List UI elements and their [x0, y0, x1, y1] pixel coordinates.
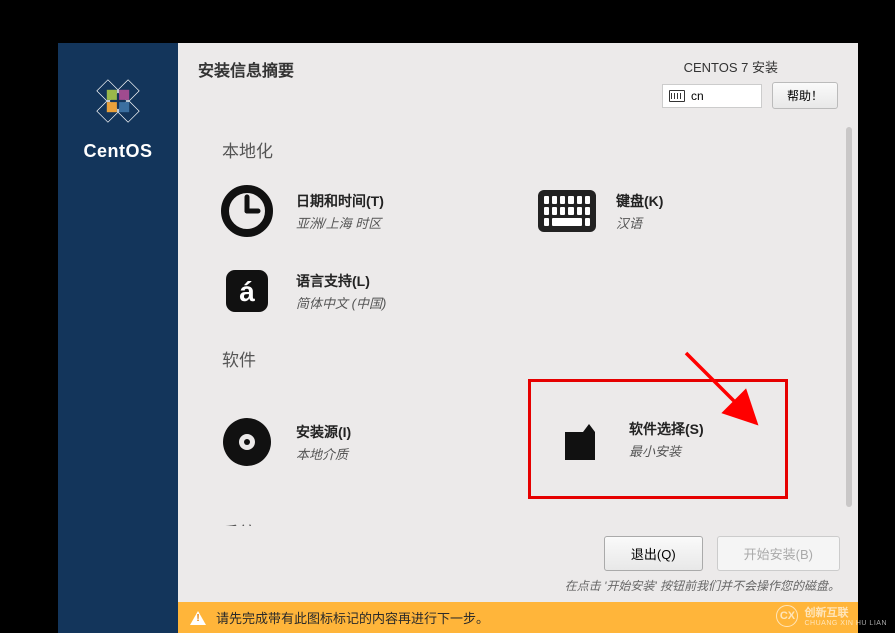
spoke-datetime-title: 日期和时间(T)	[296, 191, 384, 211]
sidebar: CentOS	[58, 43, 178, 633]
package-icon	[551, 410, 609, 468]
watermark-logo-icon: CX	[776, 605, 798, 627]
help-button[interactable]: 帮助！	[772, 82, 838, 109]
warning-icon	[190, 611, 206, 625]
footer: 退出(Q) 开始安装(B) 在点击 '开始安装' 按钮前我们并不会操作您的磁盘。	[178, 526, 858, 602]
begin-install-button[interactable]: 开始安装(B)	[717, 536, 840, 571]
keyboard-code: cn	[691, 89, 704, 103]
svg-text:á: á	[239, 276, 255, 307]
spoke-software-selection[interactable]: 软件选择(S) 最小安装	[528, 379, 788, 499]
watermark: CX 创新互联 CHUANG XIN HU LIAN	[776, 604, 887, 627]
installer-window: CentOS 安装信息摘要 CENTOS 7 安装 cn 帮助！ 本地化	[58, 43, 858, 633]
centos-logo-icon	[90, 73, 146, 129]
spoke-datetime[interactable]: 日期和时间(T) 亚洲/上海 时区	[208, 176, 488, 246]
spoke-installation-source[interactable]: 安装源(I) 本地介质	[208, 385, 488, 499]
header: 安装信息摘要 CENTOS 7 安装 cn 帮助！	[178, 43, 858, 117]
watermark-sub: CHUANG XIN HU LIAN	[804, 620, 887, 627]
spoke-language-title: 语言支持(L)	[296, 271, 386, 291]
disc-icon	[218, 413, 276, 471]
keyboard-large-icon	[538, 182, 596, 240]
watermark-main: 创新互联	[804, 607, 848, 619]
spokes-scroll-area: 本地化 日期和时间(T) 亚洲/上海 时区	[178, 117, 858, 526]
keyboard-layout-indicator[interactable]: cn	[662, 84, 762, 108]
warning-bar[interactable]: 请先完成带有此图标标记的内容再进行下一步。	[178, 602, 858, 633]
page-title: 安装信息摘要	[198, 57, 294, 81]
quit-button[interactable]: 退出(Q)	[604, 536, 703, 571]
spoke-selection-sub: 最小安装	[629, 441, 704, 460]
brand-label: CentOS	[83, 141, 152, 162]
main-content: 安装信息摘要 CENTOS 7 安装 cn 帮助！ 本地化	[178, 43, 858, 633]
section-system-title: 系统	[222, 519, 828, 526]
clock-icon	[218, 182, 276, 240]
section-software-title: 软件	[222, 346, 828, 371]
warning-text: 请先完成带有此图标标记的内容再进行下一步。	[216, 608, 489, 627]
spoke-datetime-sub: 亚洲/上海 时区	[296, 213, 384, 232]
spoke-language-sub: 简体中文 (中国)	[296, 293, 386, 312]
scrollbar[interactable]	[846, 127, 852, 507]
spoke-keyboard[interactable]: 键盘(K) 汉语	[528, 176, 808, 246]
spoke-keyboard-sub: 汉语	[616, 213, 663, 232]
footer-note: 在点击 '开始安装' 按钮前我们并不会操作您的磁盘。	[565, 577, 840, 594]
spoke-source-title: 安装源(I)	[296, 422, 351, 442]
language-icon: á	[218, 262, 276, 320]
spoke-source-sub: 本地介质	[296, 444, 351, 463]
keyboard-icon	[669, 90, 685, 102]
distro-label: CENTOS 7 安装	[684, 57, 778, 76]
spoke-language[interactable]: á 语言支持(L) 简体中文 (中国)	[208, 256, 488, 326]
spoke-keyboard-title: 键盘(K)	[616, 191, 663, 211]
spoke-selection-title: 软件选择(S)	[629, 419, 704, 439]
section-localization-title: 本地化	[222, 137, 828, 162]
